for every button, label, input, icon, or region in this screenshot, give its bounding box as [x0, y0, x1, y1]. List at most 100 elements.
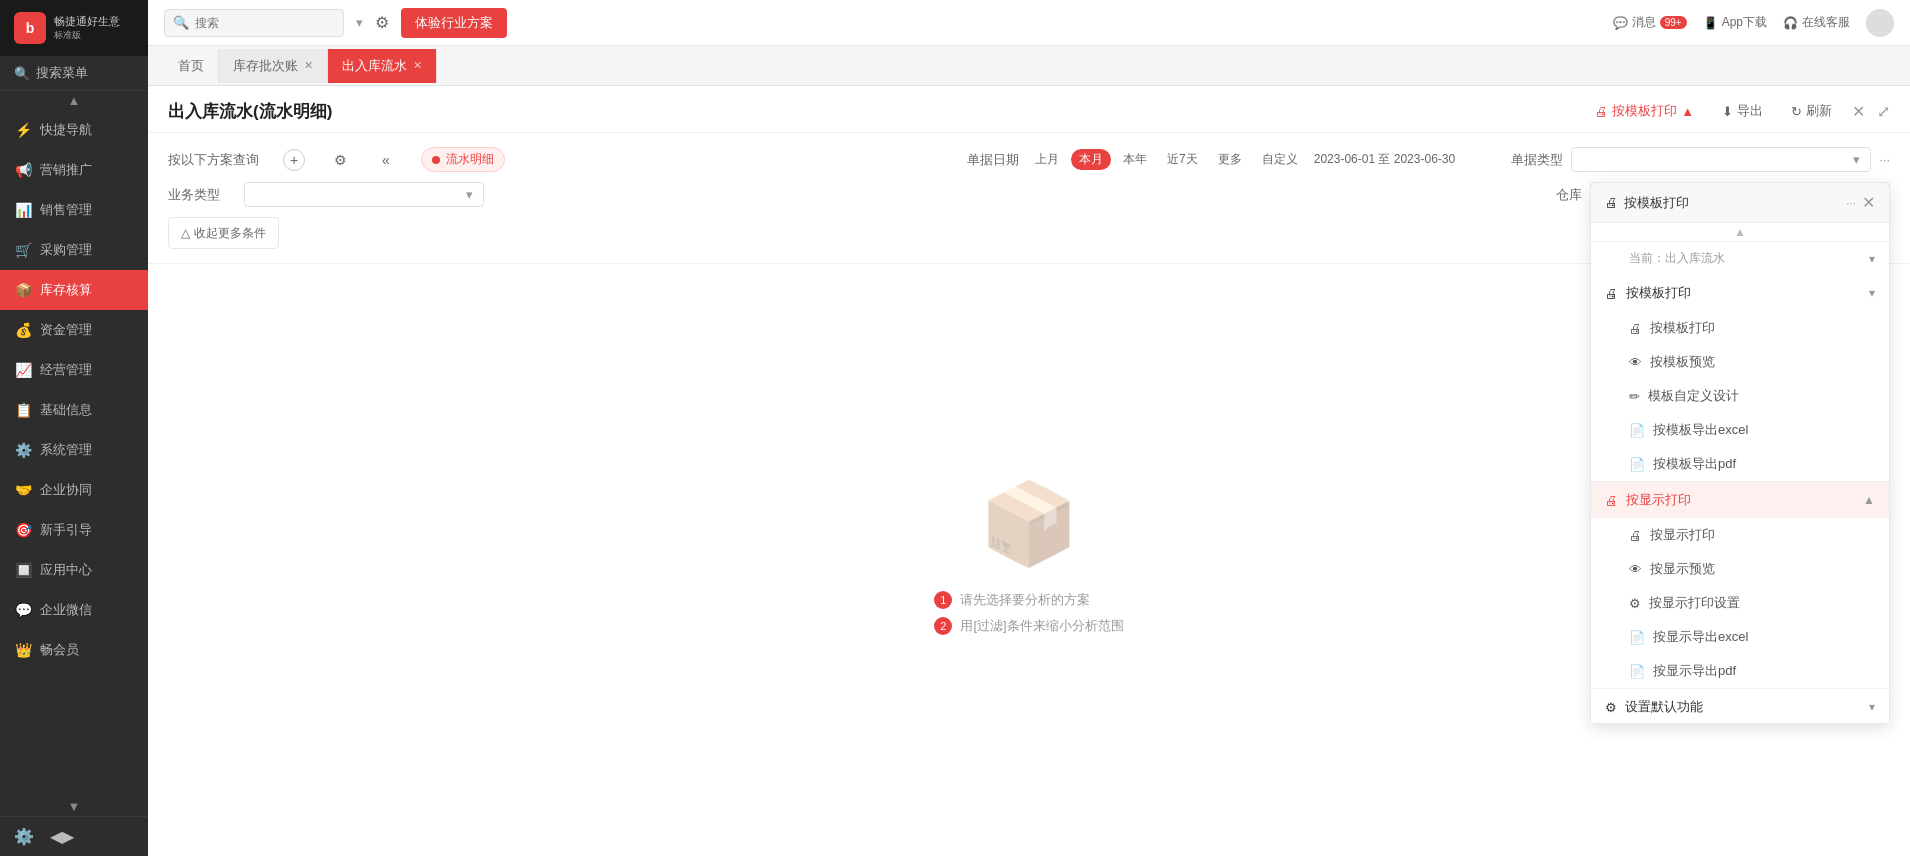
sidebar-scroll-down[interactable]: ▼ [0, 797, 148, 816]
message-action[interactable]: 💬 消息 99+ [1613, 14, 1687, 31]
topbar-search-box[interactable]: 🔍 [164, 9, 344, 37]
tab-inventory-batch[interactable]: 库存批次账 ✕ [219, 49, 328, 83]
collapse-icon: △ [181, 226, 190, 240]
export-icon: ⬇ [1722, 104, 1733, 119]
tab-batch-label: 库存批次账 [233, 57, 298, 75]
dropdown-title-text: 按模板打印 [1624, 194, 1689, 212]
user-avatar[interactable] [1866, 9, 1894, 37]
panel-close-icon[interactable]: ✕ [1852, 102, 1865, 121]
sidebar-item-finance[interactable]: 💰 资金管理 [0, 310, 148, 350]
sidebar-item-inventory[interactable]: 📦 库存核算 [0, 270, 148, 310]
display-item-4[interactable]: 📄 按显示导出excel [1591, 620, 1889, 654]
sidebar-item-member[interactable]: 👑 畅会员 [0, 630, 148, 670]
panel-expand-icon[interactable]: ⤢ [1877, 102, 1890, 121]
page-actions: 🖨 按模板打印 ▲ ⬇ 导出 ↻ 刷新 ✕ ⤢ [1587, 98, 1890, 124]
trial-button[interactable]: 体验行业方案 [401, 8, 507, 38]
doc-type-select[interactable]: ▾ [1571, 147, 1871, 172]
print-template-label: 按模板打印 [1612, 102, 1677, 120]
template-section-header[interactable]: 🖨 按模板打印 ▾ [1591, 275, 1889, 311]
item-label: 模板自定义设计 [1648, 387, 1739, 405]
settings-icon[interactable]: ⚙️ [14, 827, 34, 846]
sidebar-item-enterprise[interactable]: 🤝 企业协同 [0, 470, 148, 510]
filter-settings-icon[interactable]: ⚙ [329, 149, 351, 171]
date-tag-this-year[interactable]: 本年 [1115, 149, 1155, 170]
sidebar-item-basic[interactable]: 📋 基础信息 [0, 390, 148, 430]
template-item-5[interactable]: 📄 按模板导出pdf [1591, 447, 1889, 481]
empty-steps: 1 请先选择要分析的方案 2 用[过滤]条件来缩小分析范围 [934, 591, 1123, 643]
template-section-arrow: ▾ [1869, 286, 1875, 300]
doc-type-more-icon[interactable]: ··· [1879, 152, 1890, 167]
item-label: 按显示打印 [1650, 526, 1715, 544]
current-arrow-icon: ▾ [1869, 252, 1875, 266]
page-title: 出入库流水(流水明细) [168, 100, 332, 123]
sidebar-item-purchase[interactable]: 🛒 采购管理 [0, 230, 148, 270]
app-download-action[interactable]: 📱 App下载 [1703, 14, 1767, 31]
sidebar-item-sales[interactable]: 📊 销售管理 [0, 190, 148, 230]
sidebar-item-apps[interactable]: 🔲 应用中心 [0, 550, 148, 590]
template-item-2[interactable]: 👁 按模板预览 [1591, 345, 1889, 379]
enterprise-icon: 🤝 [14, 481, 32, 499]
tab-inventory-flow[interactable]: 出入库流水 ✕ [328, 49, 437, 83]
display-section-label: 按显示打印 [1626, 491, 1691, 509]
message-badge: 99+ [1660, 16, 1687, 29]
sidebar-item-operations[interactable]: 📈 经营管理 [0, 350, 148, 390]
template-section-title: 🖨 按模板打印 [1605, 284, 1691, 302]
tab-flow-label: 出入库流水 [342, 57, 407, 75]
active-filter-tag[interactable]: 流水明细 [421, 147, 505, 172]
sidebar-search-item[interactable]: 🔍 搜索菜单 [0, 56, 148, 91]
display-section-header[interactable]: 🖨 按显示打印 ▲ [1591, 482, 1889, 518]
display-item-1[interactable]: 🖨 按显示打印 [1591, 518, 1889, 552]
d-excel-icon: 📄 [1629, 630, 1645, 645]
template-item-1[interactable]: 🖨 按模板打印 [1591, 311, 1889, 345]
sidebar-item-quick-nav[interactable]: ⚡ 快捷导航 [0, 110, 148, 150]
online-support-action[interactable]: 🎧 在线客服 [1783, 14, 1850, 31]
sidebar-item-label: 快捷导航 [40, 121, 92, 139]
refresh-btn[interactable]: ↻ 刷新 [1783, 98, 1840, 124]
dropdown-close-icon[interactable]: ✕ [1862, 193, 1875, 212]
dropdown-more-icon[interactable]: ··· [1846, 196, 1856, 210]
template-item-3[interactable]: ✏ 模板自定义设计 [1591, 379, 1889, 413]
filter-collapse-icon[interactable]: « [375, 149, 397, 171]
default-section-header[interactable]: ⚙ 设置默认功能 ▾ [1591, 689, 1889, 723]
date-tag-7days[interactable]: 近7天 [1159, 149, 1206, 170]
sidebar-scroll-up[interactable]: ▲ [0, 91, 148, 110]
sidebar: b 畅捷通好生意 标准版 🔍 搜索菜单 ▲ ⚡ 快捷导航 📢 营销推广 📊 销售… [0, 0, 148, 856]
search-input[interactable] [195, 16, 335, 30]
export-btn[interactable]: ⬇ 导出 [1714, 98, 1771, 124]
date-tag-more[interactable]: 更多 [1210, 149, 1250, 170]
business-type-select[interactable]: ▾ [244, 182, 484, 207]
finance-icon: 💰 [14, 321, 32, 339]
sidebar-search-label: 搜索菜单 [36, 64, 88, 82]
tab-home[interactable]: 首页 [164, 49, 219, 83]
tab-close-flow[interactable]: ✕ [413, 59, 422, 72]
date-tag-this-month[interactable]: 本月 [1071, 149, 1111, 170]
sidebar-item-label: 经营管理 [40, 361, 92, 379]
basic-icon: 📋 [14, 401, 32, 419]
tab-home-label: 首页 [178, 57, 204, 75]
display-item-2[interactable]: 👁 按显示预览 [1591, 552, 1889, 586]
sidebar-item-label: 应用中心 [40, 561, 92, 579]
tab-close-batch[interactable]: ✕ [304, 59, 313, 72]
sidebar-item-marketing[interactable]: 📢 营销推广 [0, 150, 148, 190]
print-template-btn[interactable]: 🖨 按模板打印 ▲ [1587, 98, 1702, 124]
inventory-icon: 📦 [14, 281, 32, 299]
marketing-icon: 📢 [14, 161, 32, 179]
sidebar-item-wechat[interactable]: 💬 企业微信 [0, 590, 148, 630]
date-tag-last-month[interactable]: 上月 [1027, 149, 1067, 170]
topbar-gear-icon[interactable]: ⚙ [375, 13, 389, 32]
topbar-actions: 💬 消息 99+ 📱 App下载 🎧 在线客服 [1613, 9, 1894, 37]
display-item-5[interactable]: 📄 按显示导出pdf [1591, 654, 1889, 688]
sidebar-item-guide[interactable]: 🎯 新手引导 [0, 510, 148, 550]
collapse-sidebar-icon[interactable]: ◀▶ [50, 827, 74, 846]
search-chevron-icon[interactable]: ▾ [356, 15, 363, 30]
filter-add-button[interactable]: + [283, 149, 305, 171]
date-tag-custom[interactable]: 自定义 [1254, 149, 1306, 170]
template-item-4[interactable]: 📄 按模板导出excel [1591, 413, 1889, 447]
empty-illustration: 📦 [979, 477, 1079, 571]
display-section-title: 🖨 按显示打印 [1605, 491, 1691, 509]
d-settings-icon: ⚙ [1629, 596, 1641, 611]
sidebar-item-system[interactable]: ⚙️ 系统管理 [0, 430, 148, 470]
display-item-3[interactable]: ⚙ 按显示打印设置 [1591, 586, 1889, 620]
dropdown-scroll-up[interactable]: ▲ [1591, 223, 1889, 242]
collapse-button[interactable]: △ 收起更多条件 [168, 217, 279, 249]
